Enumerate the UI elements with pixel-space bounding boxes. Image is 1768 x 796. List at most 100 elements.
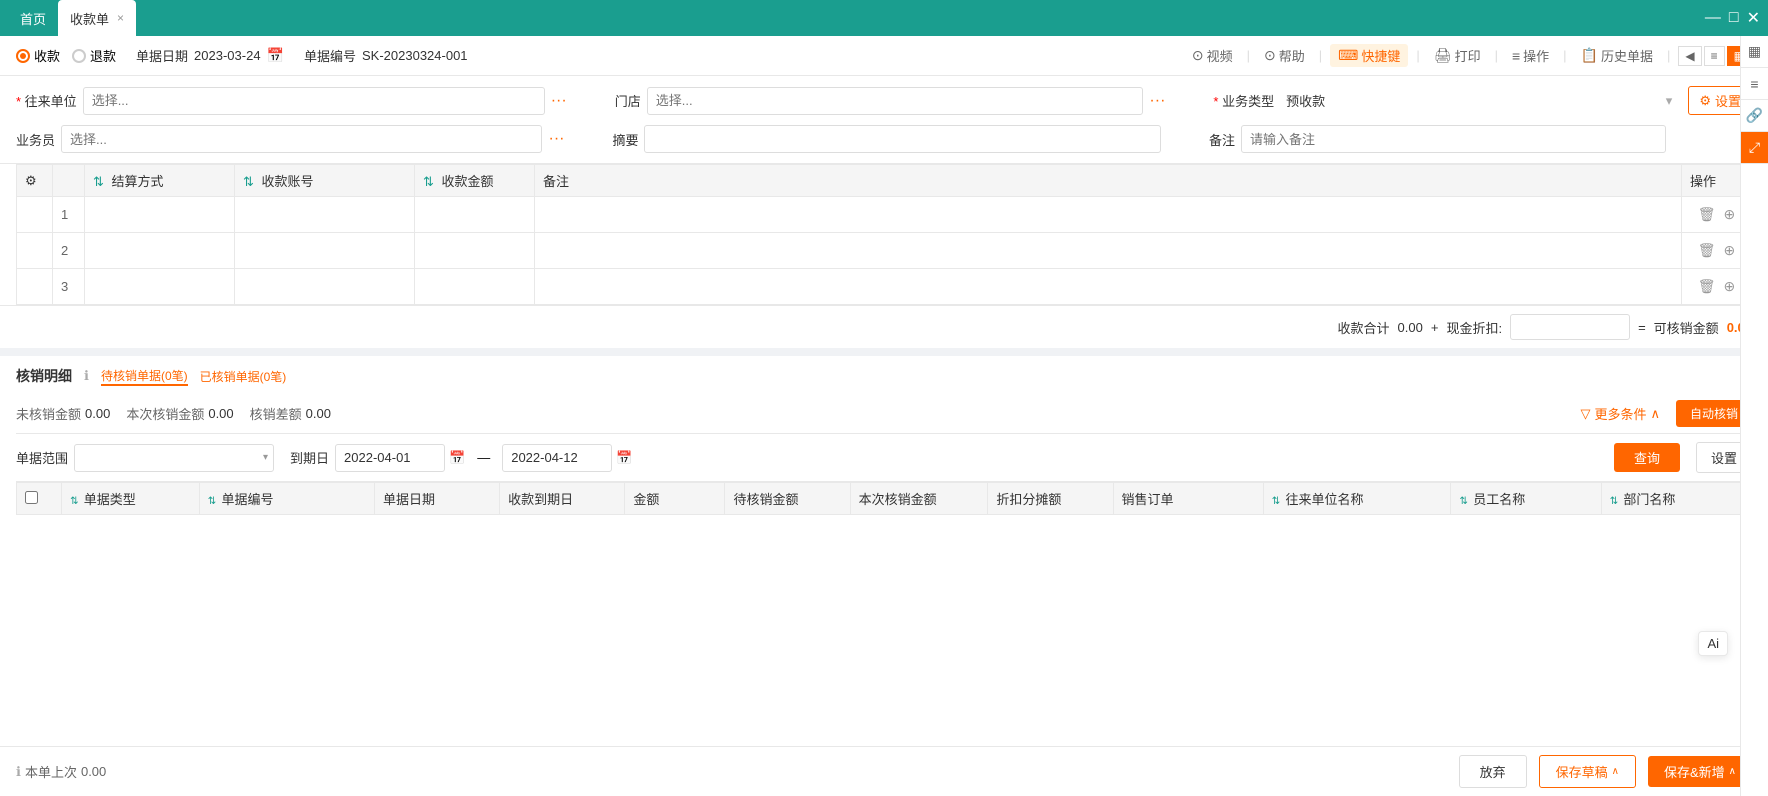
video-btn[interactable]: ⊙ 视频 [1186, 44, 1239, 67]
window-max-icon[interactable]: □ [1729, 9, 1739, 27]
account-input-2[interactable] [235, 233, 414, 268]
discount-input[interactable] [1510, 314, 1630, 340]
partner-input[interactable] [83, 87, 545, 115]
save-new-button[interactable]: 保存&新增 ∧ [1648, 756, 1752, 787]
summary-input[interactable] [644, 125, 1160, 153]
calendar-from-icon[interactable]: 📅 [449, 450, 465, 466]
help-label: 帮助 [1279, 46, 1305, 65]
cell-account-1[interactable] [235, 197, 415, 233]
select-all-checkbox[interactable] [25, 491, 38, 504]
uncleaned-value: 0.00 [85, 406, 110, 421]
uncleaned-stat: 未核销金额 0.00 [16, 404, 110, 423]
cell-account-3[interactable] [235, 269, 415, 305]
th-amount-v: 金额 [625, 483, 725, 515]
receipt-type-group: 收款 退款 [16, 46, 116, 65]
nav-tab-receipt[interactable]: 收款单 × [58, 0, 136, 36]
cell-notes-2[interactable] [535, 233, 1682, 269]
list-view-btn[interactable]: ≡ [1704, 46, 1725, 66]
nav-tab-home[interactable]: 首页 [8, 0, 58, 36]
notes-input-3[interactable] [535, 269, 1681, 304]
cell-num-2: 2 [53, 233, 85, 269]
copy-row-icon-3[interactable]: ⊕ [1724, 278, 1736, 295]
notes-input-1[interactable] [535, 197, 1681, 232]
biz-type-value: 预收款 [1286, 91, 1325, 110]
settlement-input-2[interactable] [85, 233, 234, 268]
date-label: 单据日期 [136, 46, 188, 65]
print-btn[interactable]: 🖨 打印 [1428, 44, 1487, 67]
amount-input-1[interactable] [415, 197, 534, 232]
refund-radio[interactable]: 退款 [72, 46, 116, 65]
cell-amount-2[interactable] [415, 233, 535, 269]
shop-ellipsis-icon[interactable]: ··· [1149, 92, 1165, 110]
cell-settlement-2[interactable] [85, 233, 235, 269]
pending-tab[interactable]: 待核销单据(0笔) [101, 367, 188, 386]
partner-ellipsis-icon[interactable]: ··· [551, 92, 567, 110]
sidebar-link-icon[interactable]: 🔗 [1741, 100, 1768, 132]
remark-input[interactable] [1241, 125, 1666, 153]
nav-close-icon[interactable]: × [117, 11, 124, 25]
query-button[interactable]: 查询 [1614, 443, 1680, 472]
biz-type-dropdown-icon[interactable]: ▾ [1666, 93, 1673, 109]
account-input-3[interactable] [235, 269, 414, 304]
ai-badge[interactable]: Ai [1698, 631, 1728, 656]
th-doc-type: ⇅ 单据类型 [62, 483, 200, 515]
draft-button[interactable]: 保存草稿 ∧ [1539, 755, 1636, 788]
settlement-input-1[interactable] [85, 197, 234, 232]
copy-row-icon-1[interactable]: ⊕ [1724, 206, 1736, 223]
calendar-to-icon[interactable]: 📅 [616, 450, 632, 466]
receipt-radio[interactable]: 收款 [16, 46, 60, 65]
cell-notes-3[interactable] [535, 269, 1682, 305]
date-from-input[interactable] [335, 444, 445, 472]
ops-btn[interactable]: ≡ 操作 [1506, 44, 1555, 67]
th-settings[interactable]: ⚙ [17, 165, 53, 197]
window-min-icon[interactable]: — [1705, 9, 1721, 27]
date-value: 2023-03-24 [194, 48, 261, 63]
table-row: 1 🗑 ⊕ [17, 197, 1752, 233]
delete-row-icon-2[interactable]: 🗑 [1698, 242, 1716, 259]
range-label: 单据范围 [16, 448, 68, 467]
filter-row: 单据范围 ▾ 到期日 📅 — 📅 查询 设置 [16, 434, 1752, 482]
staff-input[interactable] [61, 125, 542, 153]
copy-row-icon-2[interactable]: ⊕ [1724, 242, 1736, 259]
amount-input-3[interactable] [415, 269, 534, 304]
prev-btn[interactable]: ◀ [1678, 46, 1701, 66]
more-conditions-btn[interactable]: ▽ 更多条件 ∧ [1580, 404, 1660, 423]
done-tab[interactable]: 已核销单据(0笔) [200, 368, 287, 385]
amount-input-2[interactable] [415, 233, 534, 268]
cell-account-2[interactable] [235, 233, 415, 269]
save-arrow-icon: ∧ [1729, 766, 1736, 777]
shop-input[interactable] [647, 87, 1144, 115]
delete-row-icon-1[interactable]: 🗑 [1698, 206, 1716, 223]
number-field: 单据编号 SK-20230324-001 [304, 46, 468, 65]
delete-row-icon-3[interactable]: 🗑 [1698, 278, 1716, 295]
date-to-input[interactable] [502, 444, 612, 472]
history-btn[interactable]: 📋 历史单据 [1575, 44, 1659, 67]
verify-info-icon[interactable]: ℹ [84, 368, 89, 384]
window-controls: — □ ✕ [1705, 8, 1760, 28]
help-btn[interactable]: ⊙ 帮助 [1258, 44, 1311, 67]
plus-label: + [1431, 320, 1439, 335]
sidebar-sheet-icon[interactable]: ≡ [1741, 68, 1768, 100]
sidebar-expand-icon[interactable]: ⤢ [1741, 132, 1768, 164]
cell-amount-1[interactable] [415, 197, 535, 233]
cell-settlement-3[interactable] [85, 269, 235, 305]
notes-input-2[interactable] [535, 233, 1681, 268]
settlement-input-3[interactable] [85, 269, 234, 304]
th-account: ⇅ 收款账号 [235, 165, 415, 197]
partner-field: 往来单位 ··· [16, 87, 567, 115]
abandon-button[interactable]: 放弃 [1459, 755, 1527, 788]
bottom-info: ℹ 本单上次 0.00 [16, 762, 106, 781]
date-calendar-icon[interactable]: 📅 [267, 47, 284, 64]
range-select[interactable] [74, 444, 274, 472]
cell-settlement-1[interactable] [85, 197, 235, 233]
window-close-icon[interactable]: ✕ [1747, 8, 1760, 28]
section-divider [0, 348, 1768, 356]
ai-label: Ai [1707, 636, 1719, 651]
cell-notes-1[interactable] [535, 197, 1682, 233]
cell-settings-2 [17, 233, 53, 269]
shortcut-btn[interactable]: ⌨ 快捷键 [1330, 44, 1408, 67]
sidebar-table-icon[interactable]: ▦ [1741, 36, 1768, 68]
cell-amount-3[interactable] [415, 269, 535, 305]
account-input-1[interactable] [235, 197, 414, 232]
staff-ellipsis-icon[interactable]: ··· [548, 130, 564, 148]
